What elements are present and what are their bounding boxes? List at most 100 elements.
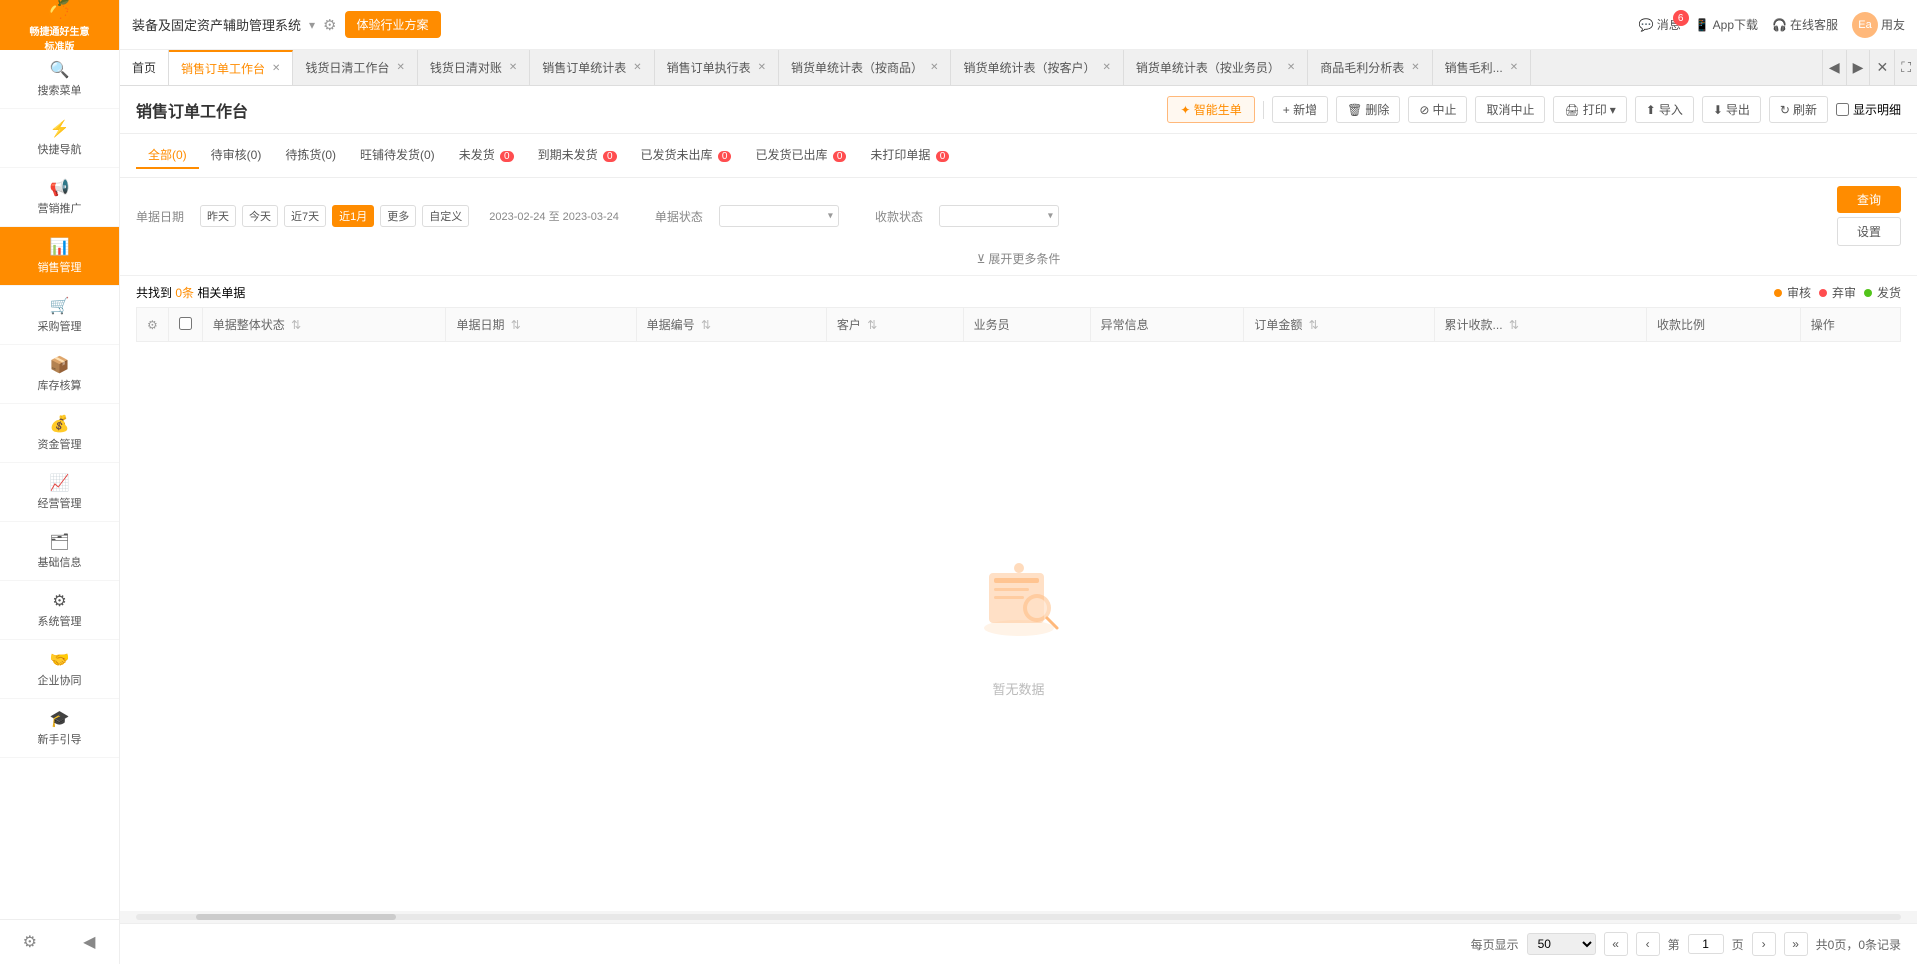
sidebar-item-marketing[interactable]: 📢 营销推广 [0,168,119,227]
subtab-shipped-out[interactable]: 已发货已出库 0 [743,142,858,169]
user-menu[interactable]: Ea 用友 [1852,12,1905,38]
tab-scroll-right[interactable]: ▶ [1846,50,1870,86]
online-service-button[interactable]: 🎧 在线客服 [1772,16,1838,33]
date-btn-1month[interactable]: 近1月 [332,205,374,227]
smart-create-button[interactable]: ✦ 智能生单 [1167,96,1254,123]
th-customer[interactable]: 客户 ⇅ [826,308,963,342]
message-button[interactable]: 💬 6 消息 [1639,16,1681,33]
tab-sales-workbench[interactable]: 销售订单工作台 ✕ [169,50,293,86]
set-button[interactable]: 设置 [1837,217,1901,246]
page-last-btn[interactable]: » [1784,932,1808,956]
sidebar-item-purchase[interactable]: 🛒 采购管理 [0,286,119,345]
th-doc-status[interactable]: 单据整体状态 ⇅ [202,308,446,342]
date-btn-7days[interactable]: 近7天 [284,205,326,227]
select-all-checkbox[interactable] [179,317,192,330]
sidebar-item-system[interactable]: ⚙ 系统管理 [0,581,119,640]
th-cumulative-receipt[interactable]: 累计收款... ⇅ [1434,308,1646,342]
tab-cash-daily[interactable]: 钱货日清工作台 ✕ [293,50,417,86]
th-doc-number[interactable]: 单据编号 ⇅ [636,308,826,342]
audit-action-btn[interactable]: 审核 [1774,284,1811,301]
tab-sales-margin[interactable]: 销售毛利... ✕ [1433,50,1531,86]
module-dropdown-icon[interactable]: ▾ [309,18,315,32]
subtab-pending-pick[interactable]: 待拣货(0) [273,142,348,169]
ship-action-btn[interactable]: 发货 [1864,284,1901,301]
th-checkbox[interactable] [168,308,202,342]
sidebar-item-quick-nav[interactable]: ⚡ 快捷导航 [0,109,119,168]
tab-sales-stats[interactable]: 销售订单统计表 ✕ [530,50,654,86]
date-btn-yesterday[interactable]: 昨天 [200,205,236,227]
tab-scroll-left[interactable]: ◀ [1822,50,1846,86]
subtab-overdue-ship[interactable]: 到期未发货 0 [526,142,629,169]
tab-sales-margin-close[interactable]: ✕ [1510,62,1518,73]
search-icon: 🔍 [50,60,70,80]
import-button[interactable]: ⬆ 导入 [1635,96,1694,123]
expand-filter-button[interactable]: ⊻ 展开更多条件 [977,250,1061,267]
tab-cash-reconcile-close[interactable]: ✕ [509,62,517,73]
query-button[interactable]: 查询 [1837,186,1901,213]
refresh-button[interactable]: ↻ 刷新 [1769,96,1828,123]
tab-cash-reconcile[interactable]: 钱货日清对账 ✕ [418,50,530,86]
date-btn-custom[interactable]: 自定义 [422,205,469,227]
tab-gross-profit[interactable]: 商品毛利分析表 ✕ [1308,50,1432,86]
subtab-all[interactable]: 全部(0) [136,142,199,169]
sidebar-item-search[interactable]: 🔍 搜索菜单 [0,50,119,109]
subtab-unprinted[interactable]: 未打印单据 0 [858,142,961,169]
sidebar-item-inventory[interactable]: 📦 库存核算 [0,345,119,404]
sidebar-item-enterprise[interactable]: 🤝 企业协同 [0,640,119,699]
page-input[interactable] [1688,934,1724,954]
tab-sales-by-product-close[interactable]: ✕ [930,62,938,73]
show-detail-checkbox-label[interactable]: 显示明细 [1836,101,1901,118]
app-download-button[interactable]: 📱 App下载 [1695,16,1758,33]
industry-solution-button[interactable]: 体验行业方案 [345,11,441,38]
tab-home[interactable]: 首页 [120,50,169,86]
print-button[interactable]: 🖨 打印 ▾ [1553,96,1626,123]
cancel-suspend-button[interactable]: 取消中止 [1475,96,1545,123]
add-button[interactable]: + 新增 [1272,96,1328,123]
tab-sales-workbench-close[interactable]: ✕ [272,63,280,74]
show-detail-checkbox[interactable] [1836,103,1849,116]
subtab-unshipped[interactable]: 未发货 0 [447,142,526,169]
tab-sales-by-staff[interactable]: 销货单统计表（按业务员） ✕ [1124,50,1308,86]
page-next-btn[interactable]: › [1752,932,1776,956]
tab-sales-stats-close[interactable]: ✕ [633,62,641,73]
th-settings[interactable]: ⚙ [137,308,169,342]
tab-cash-daily-close[interactable]: ✕ [396,62,404,73]
settings-btn[interactable]: ⚙ [0,920,60,964]
scroll-thumb[interactable] [196,914,396,920]
page-prev-btn[interactable]: ‹ [1636,932,1660,956]
sidebar-item-ops[interactable]: 📈 经营管理 [0,463,119,522]
per-page-select[interactable]: 50 100 200 [1527,933,1596,955]
tab-maximize[interactable]: ⛶ [1894,50,1917,86]
status-select[interactable] [719,205,839,227]
tab-sales-execute[interactable]: 销售订单执行表 ✕ [655,50,779,86]
sidebar-item-inventory-label: 库存核算 [38,377,82,393]
sidebar-item-basic-info[interactable]: 🗂 基础信息 [0,522,119,581]
tab-sales-by-customer[interactable]: 销货单统计表（按客户） ✕ [951,50,1123,86]
subtab-shipped-not-out[interactable]: 已发货未出库 0 [629,142,744,169]
tab-gross-profit-close[interactable]: ✕ [1411,62,1419,73]
tab-sales-by-staff-close[interactable]: ✕ [1287,62,1295,73]
collapse-btn[interactable]: ◀ [60,920,120,964]
date-btn-today[interactable]: 今天 [242,205,278,227]
module-settings-icon[interactable]: ⚙ [323,16,336,34]
receipt-select[interactable] [939,205,1059,227]
tab-sales-execute-close[interactable]: ✕ [758,62,766,73]
tab-sales-by-customer-close[interactable]: ✕ [1102,62,1110,73]
void-action-btn[interactable]: 弃审 [1819,284,1856,301]
delete-button[interactable]: 🗑 删除 [1336,96,1400,123]
sidebar-item-finance[interactable]: 💰 资金管理 [0,404,119,463]
suspend-button[interactable]: ⊘ 中止 [1408,96,1467,123]
date-btn-more[interactable]: 更多 [380,205,416,227]
subtab-pending-review[interactable]: 待审核(0) [199,142,274,169]
sidebar-item-guide[interactable]: 🎓 新手引导 [0,699,119,758]
horizontal-scrollbar[interactable] [120,911,1917,923]
th-doc-date[interactable]: 单据日期 ⇅ [446,308,636,342]
page-first-btn[interactable]: « [1604,932,1628,956]
export-button[interactable]: ⬇ 导出 [1702,96,1761,123]
system-icon: ⚙ [52,591,66,611]
th-order-amount[interactable]: 订单金额 ⇅ [1244,308,1434,342]
tab-close-all[interactable]: ✕ [1869,50,1894,86]
sidebar-item-sales[interactable]: 📊 销售管理 [0,227,119,286]
tab-sales-by-product[interactable]: 销货单统计表（按商品） ✕ [779,50,951,86]
subtab-wangpu-ship[interactable]: 旺铺待发货(0) [348,142,447,169]
